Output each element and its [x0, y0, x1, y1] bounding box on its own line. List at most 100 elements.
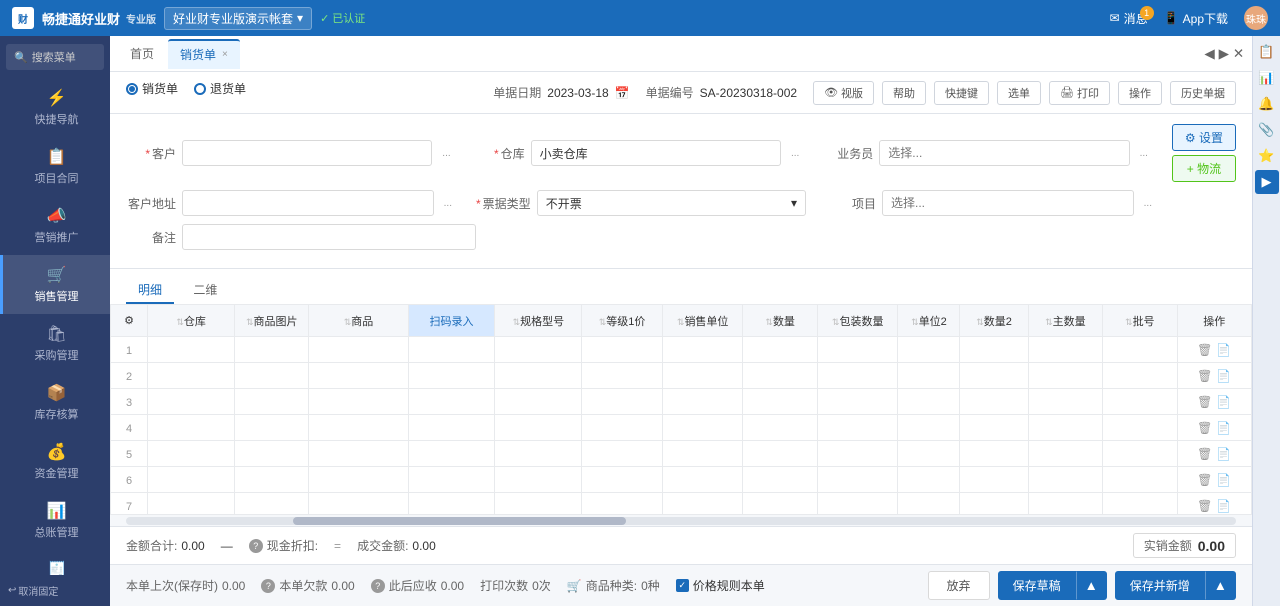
sidebar-item-project[interactable]: 📋 项目合同: [0, 137, 110, 196]
copy-row-icon[interactable]: 📄: [1216, 395, 1231, 409]
tab-prev-button[interactable]: ◀: [1204, 46, 1214, 62]
delete-row-icon[interactable]: 🗑: [1197, 369, 1212, 383]
address-input[interactable]: [182, 190, 434, 216]
settings-button[interactable]: ⚙ 设置: [1172, 124, 1236, 151]
company-selector[interactable]: 好业财专业版演示帐套 ▾: [164, 7, 312, 30]
address-expand-button[interactable]: ...: [440, 196, 456, 211]
save-new-arrow-button[interactable]: ▲: [1205, 571, 1236, 600]
copy-row-icon[interactable]: 📄: [1216, 369, 1231, 383]
toolbar-view-button[interactable]: 👁视版: [813, 81, 874, 105]
sidebar-item-quick-nav[interactable]: ⚡ 快捷导航: [0, 78, 110, 137]
sidebar-item-purchase[interactable]: 🛍 采购管理: [0, 314, 110, 373]
delete-row-icon[interactable]: 🗑: [1197, 447, 1212, 461]
toolbar-operations-button[interactable]: 操作: [1118, 81, 1162, 105]
project-label: 项目: [826, 195, 876, 212]
salesperson-expand-button[interactable]: ...: [1136, 146, 1152, 161]
salesperson-field: 业务员 ...: [823, 140, 1152, 166]
scrollbar-track: [126, 517, 1236, 525]
accounting-icon: 📊: [47, 501, 67, 521]
toolbar-shortcut-button[interactable]: 快捷键: [934, 81, 989, 105]
copy-row-icon[interactable]: 📄: [1216, 343, 1231, 357]
receivable-info-icon[interactable]: ?: [371, 579, 385, 593]
right-panel-icon-3[interactable]: 🔔: [1255, 92, 1279, 116]
sidebar-item-finance[interactable]: 💰 资金管理: [0, 432, 110, 491]
radio-return-order[interactable]: 退货单: [194, 80, 246, 97]
product-types-item: 🛒 商品种类: 0种: [567, 577, 660, 594]
delete-row-icon[interactable]: 🗑: [1197, 473, 1212, 487]
right-panel-icon-1[interactable]: 📋: [1255, 40, 1279, 64]
save-draft-arrow-button[interactable]: ▲: [1076, 571, 1107, 600]
warehouse-input[interactable]: [531, 140, 781, 166]
sidebar-item-invoice[interactable]: 🧾 发票管理: [0, 550, 110, 575]
delete-row-icon[interactable]: 🗑: [1197, 343, 1212, 357]
search-menu-button[interactable]: 🔍 搜索菜单: [6, 44, 104, 70]
horizontal-scrollbar[interactable]: [110, 514, 1252, 526]
table-row: 5 🗑 📄: [111, 441, 1252, 467]
calendar-icon[interactable]: 📅: [615, 86, 630, 100]
delete-row-icon[interactable]: 🗑: [1197, 421, 1212, 435]
footer-summary: 金额合计: 0.00 — ? 现金折扣: = 成交金额: 0.00: [110, 526, 1252, 564]
delete-row-icon[interactable]: 🗑: [1197, 395, 1212, 409]
copy-row-icon[interactable]: 📄: [1216, 421, 1231, 435]
invoice-select[interactable]: 不开票 ▾: [537, 190, 806, 216]
project-expand-button[interactable]: ...: [1140, 196, 1156, 211]
col-qty2: ⇅数量2: [960, 305, 1028, 337]
address-label: 客户地址: [126, 195, 176, 212]
tab-sales-order[interactable]: 销货单 ×: [168, 39, 240, 69]
debt-info-icon[interactable]: ?: [261, 579, 275, 593]
tab-home[interactable]: 首页: [118, 39, 166, 69]
customer-input[interactable]: [182, 140, 432, 166]
invoice-label: 票据类型: [476, 195, 531, 212]
logistics-button[interactable]: + 物流: [1172, 155, 1236, 182]
copy-row-icon[interactable]: 📄: [1216, 473, 1231, 487]
abandon-button[interactable]: 放弃: [928, 571, 990, 600]
price-rule-checkbox[interactable]: 价格规则本单: [676, 577, 765, 594]
warehouse-field: 仓库 ...: [475, 140, 804, 166]
row-number: 6: [126, 475, 132, 487]
document-type-radio-group: 销货单 退货单: [126, 80, 246, 97]
row-number: 1: [126, 345, 132, 357]
tab-close-all-button[interactable]: ✕: [1233, 46, 1244, 62]
radio-sales-order[interactable]: 销货单: [126, 80, 178, 97]
app-download-icon[interactable]: 📱 App下载: [1164, 10, 1228, 27]
top-bar-right: ✉ 1 消息 📱 App下载 珠珠: [1110, 6, 1268, 30]
inventory-icon: 📦: [47, 383, 67, 403]
project-input[interactable]: [882, 190, 1134, 216]
cancel-fixed-button[interactable]: ↩ 取消固定: [8, 583, 58, 598]
col-settings[interactable]: ⚙: [111, 305, 148, 337]
customer-expand-button[interactable]: ...: [438, 146, 454, 161]
tab-close-icon[interactable]: ×: [222, 49, 228, 60]
salesperson-input[interactable]: [879, 140, 1129, 166]
user-avatar[interactable]: 珠珠: [1244, 6, 1268, 30]
toolbar-print-button[interactable]: 🖨打印: [1049, 81, 1110, 105]
tab-detail[interactable]: 明细: [126, 277, 174, 304]
tab-2d[interactable]: 二维: [181, 277, 229, 304]
sidebar-item-accounting[interactable]: 📊 总账管理: [0, 491, 110, 550]
save-draft-button[interactable]: 保存草稿: [998, 571, 1076, 600]
info-icon[interactable]: ?: [249, 539, 263, 553]
copy-row-icon[interactable]: 📄: [1216, 447, 1231, 461]
sidebar-item-inventory[interactable]: 📦 库存核算: [0, 373, 110, 432]
sidebar-item-marketing[interactable]: 📣 营销推广: [0, 196, 110, 255]
purchase-icon: 🛍: [46, 324, 66, 344]
sidebar-item-sales[interactable]: 🛒 销售管理: [0, 255, 110, 314]
delete-row-icon[interactable]: 🗑: [1197, 499, 1212, 513]
col-barcode: 扫码录入: [408, 305, 495, 337]
right-panel-icon-5[interactable]: ⭐: [1255, 144, 1279, 168]
remarks-input[interactable]: [182, 224, 476, 250]
save-new-button[interactable]: 保存并新增: [1115, 571, 1205, 600]
toolbar-help-button[interactable]: 帮助: [882, 81, 926, 105]
toolbar-history-button[interactable]: 历史单据: [1170, 81, 1236, 105]
right-panel-icon-active[interactable]: ▶: [1255, 170, 1279, 194]
right-panel-icon-4[interactable]: 📎: [1255, 118, 1279, 142]
debt-item: ? 本单欠款 0.00: [261, 577, 354, 594]
right-panel-icon-2[interactable]: 📊: [1255, 66, 1279, 90]
message-icon[interactable]: ✉ 1 消息: [1110, 10, 1148, 27]
copy-row-icon[interactable]: 📄: [1216, 499, 1231, 513]
quick-nav-icon: ⚡: [47, 88, 67, 108]
toolbar-select-button[interactable]: 选单: [997, 81, 1041, 105]
tab-next-button[interactable]: ▶: [1219, 46, 1229, 62]
scrollbar-thumb[interactable]: [293, 517, 626, 525]
warehouse-expand-button[interactable]: ...: [787, 146, 803, 161]
prev-order-item: 本单上次(保存时) 0.00: [126, 577, 245, 594]
